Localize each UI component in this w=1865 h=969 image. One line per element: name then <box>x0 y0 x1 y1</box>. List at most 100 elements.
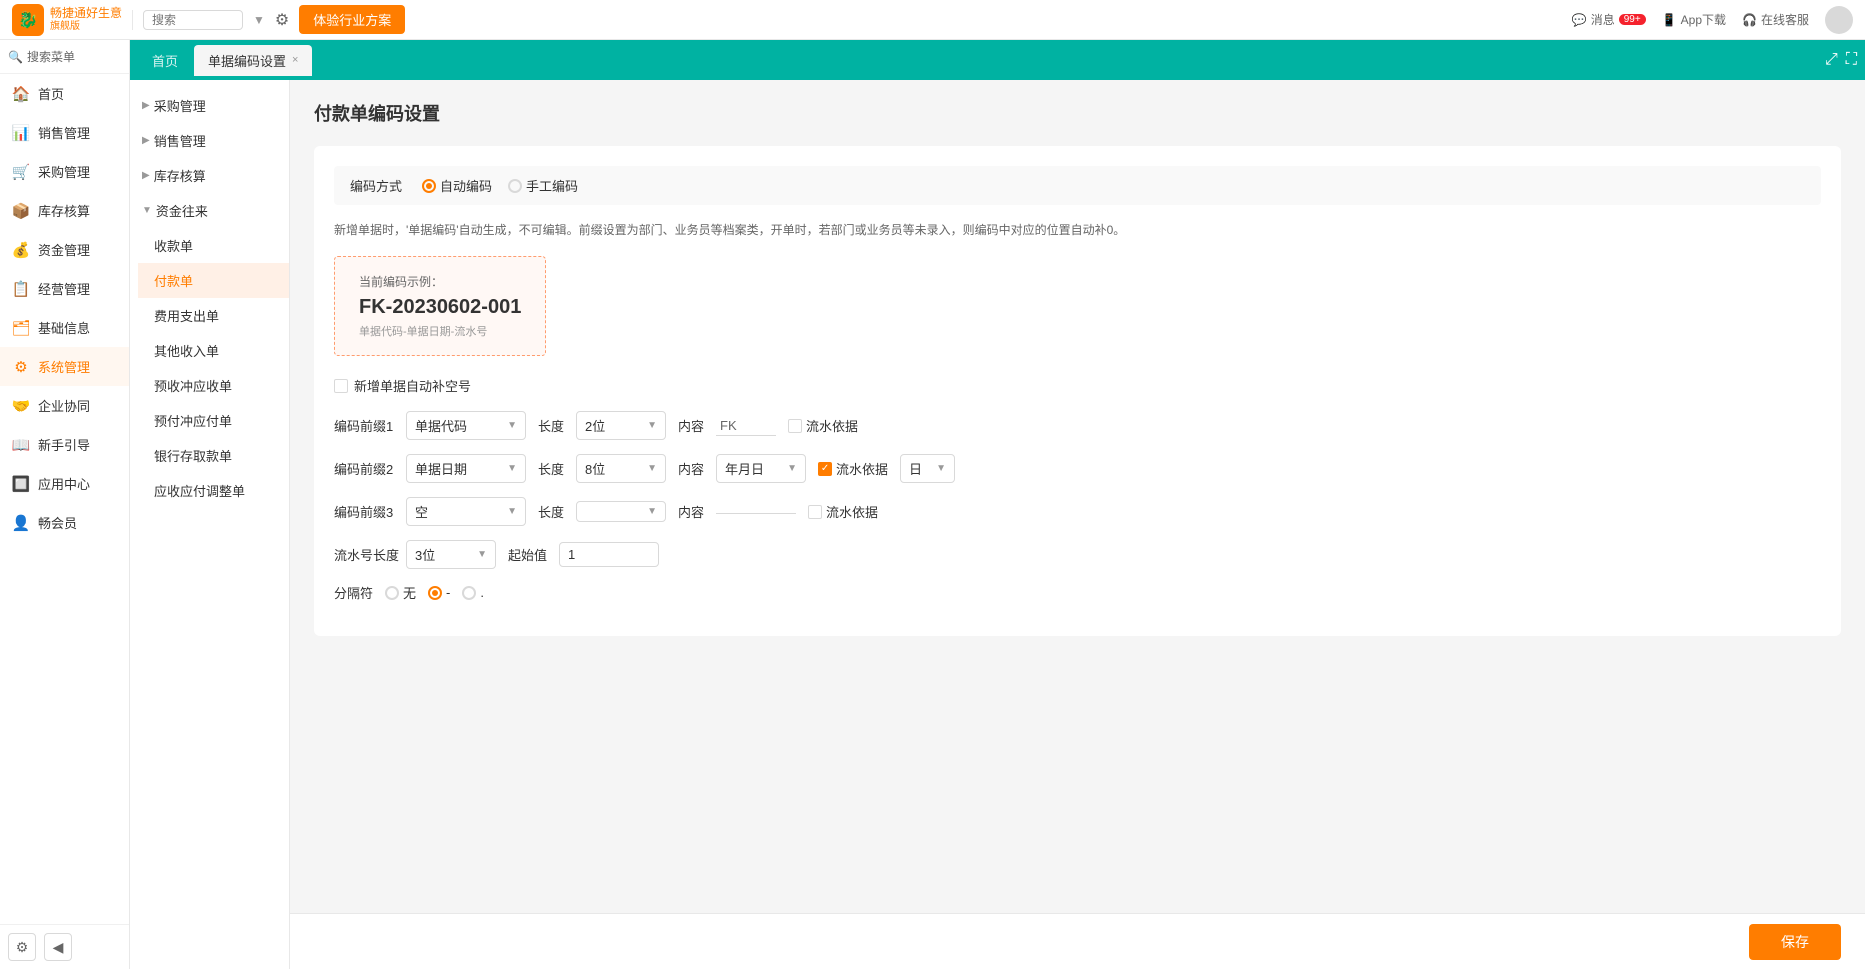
auto-code-radio[interactable] <box>422 179 436 193</box>
save-button[interactable]: 保存 <box>1749 924 1841 960</box>
logo-text: 畅捷通好生意 旗舰版 <box>50 6 122 32</box>
sidebar-item-appcenter[interactable]: 🔲 应用中心 <box>0 464 129 503</box>
start-value-label: 起始值 <box>508 545 547 564</box>
serial2-checkbox[interactable]: ✓ <box>818 462 832 476</box>
coding-method-row: 编码方式 自动编码 手工编码 <box>334 166 1821 205</box>
tab-encoding-settings[interactable]: 单据编码设置 × <box>194 45 312 76</box>
sep-dash-radio[interactable] <box>428 586 442 600</box>
second-sidebar-purchase[interactable]: ▶ 采购管理 <box>130 88 289 123</box>
purchase-icon: 🛒 <box>12 163 30 181</box>
tab-close-icon[interactable]: × <box>292 54 298 66</box>
sep-dot-option[interactable]: . <box>462 585 484 600</box>
sidebar-item-newbie[interactable]: 📖 新手引导 <box>0 425 129 464</box>
auto-fill-row: 新增单据自动补空号 <box>334 376 1821 395</box>
prefix3-label: 编码前缀3 <box>334 502 394 521</box>
sep-none-option[interactable]: 无 <box>385 583 416 602</box>
sidebar-item-home[interactable]: 🏠 首页 <box>0 74 129 113</box>
second-sidebar-advance-payable[interactable]: 预付冲应付单 <box>138 403 289 438</box>
sidebar-item-member[interactable]: 👤 畅会员 <box>0 503 129 542</box>
second-sidebar-sales[interactable]: ▶ 销售管理 <box>130 123 289 158</box>
sidebar-item-finance[interactable]: 💰 资金管理 <box>0 230 129 269</box>
system-icon: ⚙ <box>12 358 30 376</box>
dropdown-arrow-icon[interactable]: ▼ <box>253 13 265 27</box>
content1-value: FK <box>716 416 776 436</box>
trial-button[interactable]: 体验行业方案 <box>299 5 405 34</box>
sidebar-item-operation[interactable]: 📋 经营管理 <box>0 269 129 308</box>
second-sidebar-advance-receivable[interactable]: 预收冲应收单 <box>138 368 289 403</box>
content2-select[interactable]: 年月日 ▼ <box>716 454 806 483</box>
gear-icon: ⚙ <box>16 939 29 956</box>
serial-length-arrow-icon: ▼ <box>477 549 487 560</box>
settings-icon[interactable]: ⚙ <box>275 10 289 30</box>
second-sidebar-receipt[interactable]: 收款单 <box>138 228 289 263</box>
sidebar-item-basic[interactable]: 🗂 基础信息 <box>0 308 129 347</box>
sep-dash-option[interactable]: - <box>428 585 450 600</box>
serial3-checkbox[interactable] <box>808 505 822 519</box>
message-icon: 💬 <box>1572 13 1587 27</box>
length3-select[interactable]: ▼ <box>576 501 666 522</box>
length1-select[interactable]: 2位 ▼ <box>576 411 666 440</box>
preview-desc: 单据代码-单据日期-流水号 <box>359 323 521 339</box>
sep-dot-radio[interactable] <box>462 586 476 600</box>
arrow-right-icon: ▶ <box>142 170 150 181</box>
avatar[interactable] <box>1825 6 1853 34</box>
auto-code-option[interactable]: 自动编码 <box>422 176 492 195</box>
search-input[interactable] <box>143 10 243 30</box>
prefix2-row: 编码前缀2 单据日期 ▼ 长度 8位 ▼ 内容 <box>334 454 1821 483</box>
content3-value <box>716 509 796 514</box>
sidebar-item-sales[interactable]: 📊 销售管理 <box>0 113 129 152</box>
content3-label: 内容 <box>678 502 704 521</box>
prefix1-arrow-icon: ▼ <box>507 420 517 431</box>
second-sidebar-payment[interactable]: 付款单 <box>138 263 289 298</box>
messages-button[interactable]: 💬 消息 99+ <box>1572 11 1646 28</box>
sidebar-item-purchase[interactable]: 🛒 采购管理 <box>0 152 129 191</box>
second-sidebar-other-income[interactable]: 其他收入单 <box>138 333 289 368</box>
length2-arrow-icon: ▼ <box>647 463 657 474</box>
serial2-period-select[interactable]: 日 ▼ <box>900 454 955 483</box>
search-icon: 🔍 <box>8 50 23 64</box>
length2-label: 长度 <box>538 459 564 478</box>
second-sidebar: ▶ 采购管理 ▶ 销售管理 ▶ 库存核算 ▼ 资金往来 收款单 <box>130 80 290 969</box>
prefix3-select[interactable]: 空 ▼ <box>406 497 526 526</box>
basic-icon: 🗂 <box>12 319 30 337</box>
serial1-checkbox[interactable] <box>788 419 802 433</box>
tab-bar: 首页 单据编码设置 × ⤢ ⛶ <box>130 40 1865 80</box>
tab-bar-right: ⤢ ⛶ <box>1825 51 1857 69</box>
second-sidebar-sub-items: 收款单 付款单 费用支出单 其他收入单 预收冲应收单 预付冲 <box>130 228 289 508</box>
second-sidebar-expense[interactable]: 费用支出单 <box>138 298 289 333</box>
enterprise-icon: 🤝 <box>12 397 30 415</box>
prefix2-arrow-icon: ▼ <box>507 463 517 474</box>
tab-maximize-icon[interactable]: ⛶ <box>1846 51 1857 69</box>
manual-code-option[interactable]: 手工编码 <box>508 176 578 195</box>
member-icon: 👤 <box>12 514 30 532</box>
serial-length-label: 流水号长度 <box>334 545 394 564</box>
second-sidebar-inventory[interactable]: ▶ 库存核算 <box>130 158 289 193</box>
tab-home[interactable]: 首页 <box>138 45 192 76</box>
sidebar-bottom: ⚙ ◀ <box>0 924 129 969</box>
length1-arrow-icon: ▼ <box>647 420 657 431</box>
sep-none-radio[interactable] <box>385 586 399 600</box>
second-sidebar-bank-deposit[interactable]: 银行存取款单 <box>138 438 289 473</box>
manual-code-radio[interactable] <box>508 179 522 193</box>
sidebar-item-system[interactable]: ⚙ 系统管理 <box>0 347 129 386</box>
start-value-input[interactable] <box>559 542 659 567</box>
length2-select[interactable]: 8位 ▼ <box>576 454 666 483</box>
second-sidebar-receivable-payable[interactable]: 应收应付调整单 <box>138 473 289 508</box>
second-sidebar-capital[interactable]: ▼ 资金往来 <box>130 193 289 228</box>
prefix2-select[interactable]: 单据日期 ▼ <box>406 454 526 483</box>
logo-icon: 🐉 <box>12 4 44 36</box>
home-icon: 🏠 <box>12 85 30 103</box>
tab-expand-icon[interactable]: ⤢ <box>1825 51 1838 69</box>
sidebar-item-inventory[interactable]: 📦 库存核算 <box>0 191 129 230</box>
prefix1-select[interactable]: 单据代码 ▼ <box>406 411 526 440</box>
top-right-actions: 💬 消息 99+ 📱 App下载 🎧 在线客服 <box>1572 6 1853 34</box>
app-download-button[interactable]: 📱 App下载 <box>1662 11 1726 28</box>
sidebar-search[interactable]: 🔍 搜索菜单 <box>0 40 129 74</box>
online-service-button[interactable]: 🎧 在线客服 <box>1742 11 1809 28</box>
sidebar-settings-button[interactable]: ⚙ <box>8 933 36 961</box>
auto-fill-checkbox[interactable] <box>334 379 348 393</box>
serial-length-select[interactable]: 3位 ▼ <box>406 540 496 569</box>
inventory-icon: 📦 <box>12 202 30 220</box>
sidebar-item-enterprise[interactable]: 🤝 企业协同 <box>0 386 129 425</box>
sidebar-collapse-button[interactable]: ◀ <box>44 933 72 961</box>
